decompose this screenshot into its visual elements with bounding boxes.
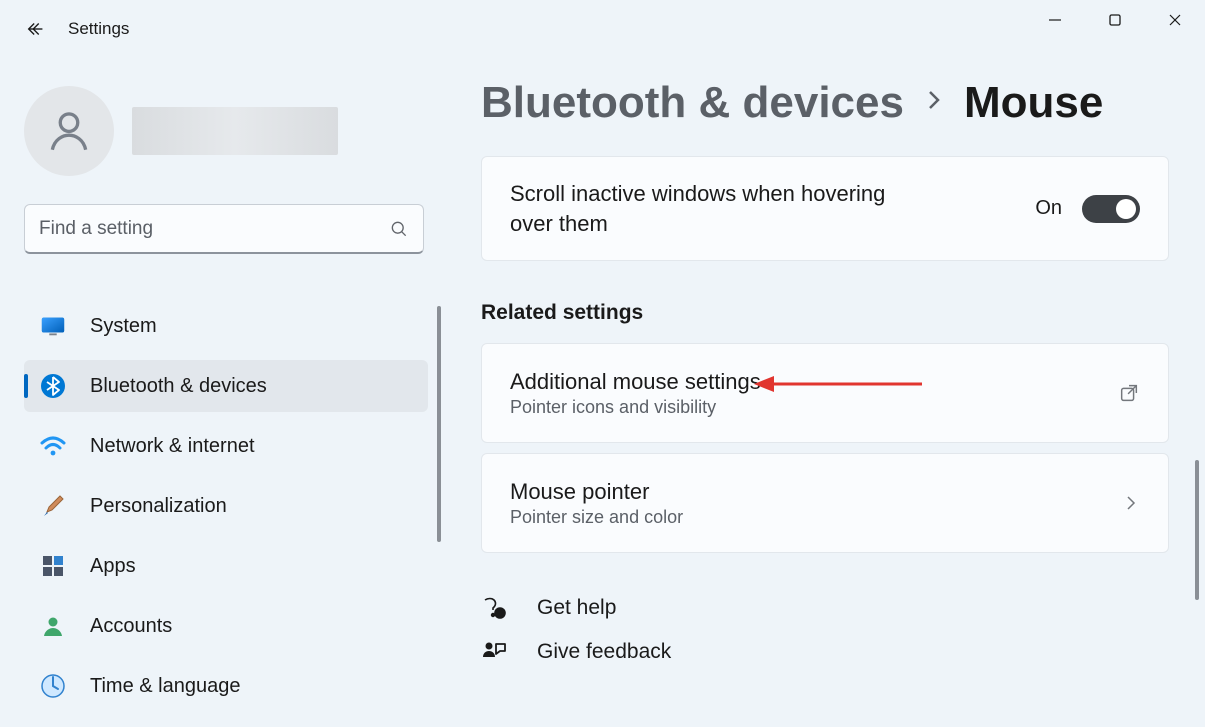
apps-icon [40,553,66,579]
nav-label: Apps [90,555,136,578]
link-label: Give feedback [537,640,671,664]
back-button[interactable] [14,7,58,51]
nav-label: Accounts [90,615,172,638]
open-external-icon [1118,382,1140,404]
maximize-icon [1108,13,1122,27]
search-icon [389,219,409,239]
sidebar-item-system[interactable]: System [24,300,428,352]
minimize-icon [1048,13,1062,27]
link-subtitle: Pointer icons and visibility [510,397,1118,418]
app-title: Settings [68,19,129,39]
bluetooth-icon [40,373,66,399]
related-settings-heading: Related settings [481,301,1169,325]
sidebar-item-accounts[interactable]: Accounts [24,600,428,652]
get-help-link[interactable]: ? Get help [481,595,1169,621]
toggle-state-label: On [1035,197,1062,220]
minimize-button[interactable] [1025,0,1085,40]
chevron-right-icon [1122,494,1140,512]
content-scrollbar[interactable] [1195,460,1199,600]
search-input[interactable] [39,218,389,240]
window-controls [1025,0,1205,40]
close-icon [1168,13,1182,27]
maximize-button[interactable] [1085,0,1145,40]
paintbrush-icon [40,493,66,519]
breadcrumb-parent[interactable]: Bluetooth & devices [481,78,904,128]
toggle-scroll-inactive[interactable] [1082,195,1140,223]
main-content: Bluetooth & devices Mouse Scroll inactiv… [445,58,1205,727]
chevron-right-icon [926,87,942,119]
footer-links: ? Get help Give feedback [481,595,1169,665]
nav-label: System [90,315,157,338]
link-title: Mouse pointer [510,479,1122,505]
feedback-icon [481,639,507,665]
avatar [24,86,114,176]
profile-name-redacted [132,107,338,155]
close-button[interactable] [1145,0,1205,40]
sidebar-scrollbar[interactable] [437,306,441,542]
link-label: Get help [537,596,616,620]
link-additional-mouse-settings[interactable]: Additional mouse settings Pointer icons … [481,343,1169,443]
give-feedback-link[interactable]: Give feedback [481,639,1169,665]
breadcrumb-current: Mouse [964,78,1103,128]
nav-label: Bluetooth & devices [90,375,267,398]
system-icon [40,313,66,339]
clock-globe-icon [40,673,66,699]
nav-label: Network & internet [90,435,255,458]
wifi-icon [40,433,66,459]
nav-list: System Bluetooth & devices Network & int… [24,300,425,712]
help-icon: ? [481,595,507,621]
svg-text:?: ? [498,611,502,618]
link-subtitle: Pointer size and color [510,507,1122,528]
link-title: Additional mouse settings [510,369,1118,395]
setting-scroll-inactive: Scroll inactive windows when hovering ov… [481,156,1169,261]
nav-label: Time & language [90,675,240,698]
breadcrumb: Bluetooth & devices Mouse [481,78,1169,128]
sidebar-item-time-language[interactable]: Time & language [24,660,428,712]
profile-block[interactable] [24,86,425,176]
search-box[interactable] [24,204,424,254]
accounts-icon [40,613,66,639]
person-icon [44,106,94,156]
sidebar-item-personalization[interactable]: Personalization [24,480,428,532]
sidebar-item-network[interactable]: Network & internet [24,420,428,472]
nav-label: Personalization [90,495,227,518]
link-mouse-pointer[interactable]: Mouse pointer Pointer size and color [481,453,1169,553]
sidebar-item-bluetooth-devices[interactable]: Bluetooth & devices [24,360,428,412]
setting-title: Scroll inactive windows when hovering ov… [510,179,930,238]
sidebar-item-apps[interactable]: Apps [24,540,428,592]
sidebar: System Bluetooth & devices Network & int… [0,58,445,727]
